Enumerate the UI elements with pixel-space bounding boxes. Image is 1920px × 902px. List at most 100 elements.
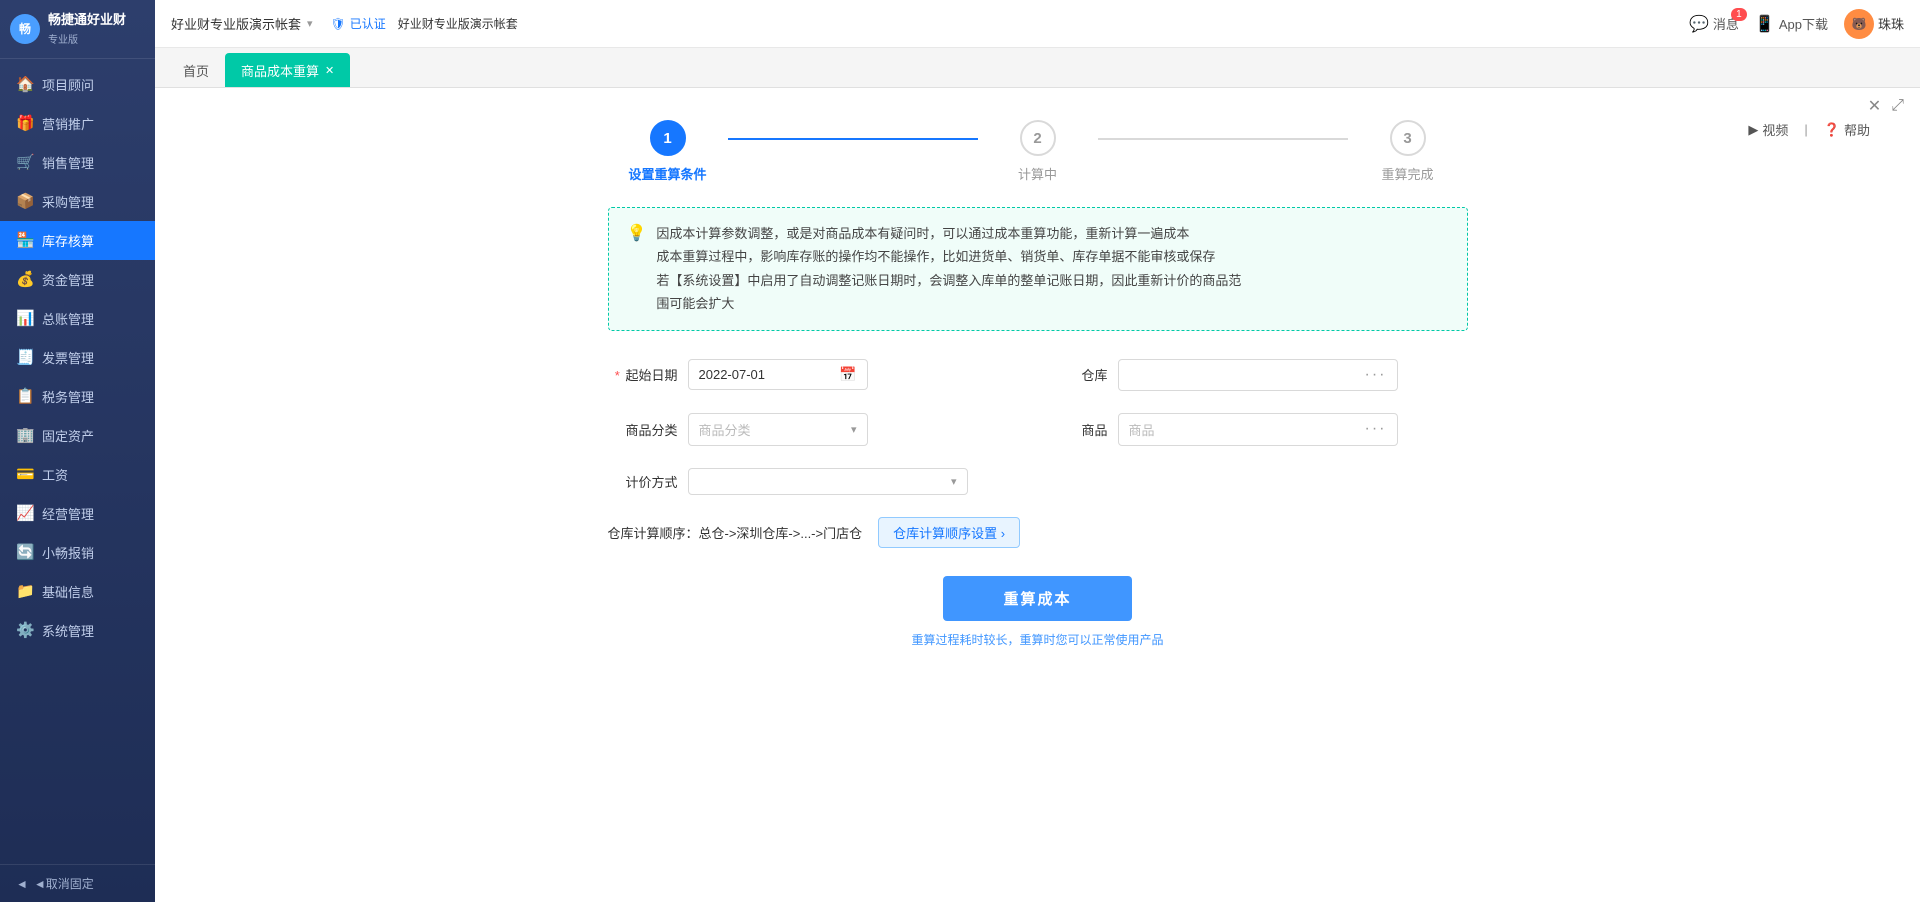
info-box: 💡 因成本计算参数调整，或是对商品成本有疑问时，可以通过成本重算功能，重新计算一… [608,207,1468,331]
pricing-chevron-icon: ▾ [951,475,957,488]
sidebar-item-payroll[interactable]: 💳 工资 [0,455,155,494]
recalc-button[interactable]: 重算成本 [943,576,1131,621]
user-avatar-area[interactable]: 🐻 珠珠 [1844,9,1904,39]
message-button[interactable]: 💬 消息 1 [1689,14,1739,34]
sidebar-item-purchase[interactable]: 📦采购管理 [0,182,155,221]
nav-icon-inventory: 🏪 [16,231,34,249]
form-col-category: 商品分类 商品分类 ▾ [608,413,1038,446]
sidebar-item-ops[interactable]: 📈经营管理 [0,494,155,533]
video-label: 视频 [1762,120,1788,139]
step-1-label: 设置重算条件 [628,164,706,183]
topbar-account[interactable]: 好业财专业版演示帐套 ▾ [171,14,313,33]
info-line-1: 因成本计算参数调整，或是对商品成本有疑问时，可以通过成本重算功能，重新计算一遍成… [656,222,1241,245]
sidebar-item-tax[interactable]: 📋 税务管理 [0,377,155,416]
nav-icon-invoice: 🧾 [16,348,34,366]
warehouse-order-row: 仓库计算顺序：总仓->深圳仓库->...->门店仓 仓库计算顺序设置 › [608,517,1468,548]
close-window-button[interactable]: ✕ [1868,96,1881,116]
sidebar-nav: 🏠 项目顾问 🎁营销推广 🛒 销售管理 📦采购管理🏪库存核算 💰 资金管理 📊总账管理🧾发票管理… [0,59,155,864]
nav-label-tax: 税务管理 [42,387,94,406]
warehouse-ellipsis-icon: ··· [1365,366,1387,384]
step-2-label: 计算中 [1018,164,1057,183]
nav-icon-marketing: 🎁 [16,114,34,132]
nav-label-system: 系统管理 [42,621,94,640]
calendar-icon: 📅 [839,366,856,383]
warehouse-input[interactable]: ··· [1118,359,1398,391]
info-icon: 💡 [627,223,647,316]
sidebar-item-project[interactable]: 🏠 项目顾问 [0,65,155,104]
category-placeholder: 商品分类 [699,420,751,439]
topbar-right: 💬 消息 1 📱 App下载 🐻 珠珠 [1689,9,1904,39]
sidebar-footer[interactable]: ◄ ◄取消固定 [0,864,155,902]
tab-home[interactable]: 首页 [167,53,225,87]
category-chevron-icon: ▾ [851,423,857,436]
sidebar-item-system[interactable]: ⚙️ 系统管理 [0,611,155,650]
tab-close-icon[interactable]: ✕ [325,64,334,77]
nav-label-purchase: 采购管理 [42,192,94,211]
sidebar-item-inventory[interactable]: 🏪库存核算 [0,221,155,260]
step-3-num: 3 [1403,130,1411,147]
sidebar-item-accounting[interactable]: 📊总账管理 [0,299,155,338]
goods-placeholder: 商品 [1129,420,1365,439]
step-3-circle: 3 [1390,120,1426,156]
form-row-2: 商品分类 商品分类 ▾ 商品 商品 ··· [608,413,1468,446]
sidebar-item-finance[interactable]: 💰 资金管理 [0,260,155,299]
sidebar-edition: 专业版 [48,31,126,46]
sidebar-item-assets[interactable]: 🏢固定资产 [0,416,155,455]
form-col-date: * 起始日期 2022-07-01 📅 [608,359,1038,390]
form-col-goods: 商品 商品 ··· [1038,413,1468,446]
nav-label-project: 项目顾问 [42,75,94,94]
goods-input[interactable]: 商品 ··· [1118,413,1398,446]
logo-text: 畅 [19,20,31,37]
nav-label-finance: 资金管理 [42,270,94,289]
step-2: 2 计算中 [978,120,1098,183]
sidebar-item-invoice[interactable]: 🧾发票管理 [0,338,155,377]
warehouse-order-btn-label: 仓库计算顺序设置 › [893,523,1005,542]
form-row-3: 计价方式 ▾ [608,468,1468,495]
category-select[interactable]: 商品分类 ▾ [688,413,868,446]
pricing-label: 计价方式 [608,472,678,491]
step-1-circle: 1 [650,120,686,156]
main-area: 好业财专业版演示帐套 ▾ 🛡 已认证 好业财专业版演示帐套 💬 消息 1 📱 A… [155,0,1920,902]
start-date-input[interactable]: 2022-07-01 📅 [688,359,868,390]
nav-icon-system: ⚙️ [16,621,34,639]
sidebar: 畅 畅捷通好业财 专业版 🏠 项目顾问 🎁营销推广 🛒 销售管理 📦采购管理🏪库存核算 💰 资… [0,0,155,902]
pricing-select[interactable]: ▾ [688,468,968,495]
unpin-icon: ◄ [16,877,28,891]
nav-icon-ops: 📈 [16,504,34,522]
account-name: 好业财专业版演示帐套 [171,14,301,33]
video-link[interactable]: ▶ 视频 [1748,120,1788,139]
warehouse-order-label: 仓库计算顺序：总仓->深圳仓库->...->门店仓 [608,523,863,542]
nav-icon-base: 📁 [16,582,34,600]
nav-icon-sales: 🛒 [16,153,34,171]
topbar-account-full: 好业财专业版演示帐套 [398,15,518,32]
nav-label-payroll: 工资 [42,465,68,484]
mobile-icon: 📱 [1755,14,1775,34]
nav-icon-expense: 🔄 [16,543,34,561]
video-icon: ▶ [1748,122,1758,138]
sidebar-brand-block: 畅捷通好业财 专业版 [48,12,126,46]
help-link[interactable]: ❓ 帮助 [1824,120,1870,139]
nav-icon-payroll: 💳 [16,465,34,483]
sidebar-item-expense[interactable]: 🔄 小畅报销 [0,533,155,572]
user-name: 珠珠 [1878,14,1904,33]
warehouse-label: 仓库 [1038,365,1108,384]
info-line-3: 若【系统设置】中启用了自动调整记账日期时，会调整入库单的整单记账日期，因此重新计… [656,269,1241,292]
nav-icon-finance: 💰 [16,270,34,288]
nav-icon-tax: 📋 [16,387,34,405]
unpin-label: ◄取消固定 [34,875,94,892]
warehouse-order-btn[interactable]: 仓库计算顺序设置 › [878,517,1020,548]
sidebar-item-sales[interactable]: 🛒 销售管理 [0,143,155,182]
nav-icon-project: 🏠 [16,75,34,93]
app-download-button[interactable]: 📱 App下载 [1755,14,1828,34]
expand-window-button[interactable]: ⤢ [1891,97,1904,115]
nav-label-sales: 销售管理 [42,153,94,172]
nav-icon-accounting: 📊 [16,309,34,327]
recalc-hint: 重算过程耗时较长，重算时您可以正常使用产品 [608,631,1468,648]
sidebar-item-marketing[interactable]: 🎁营销推广 [0,104,155,143]
steps-row: 1 设置重算条件 2 计算中 3 重算完成 [608,112,1468,183]
sidebar-item-base[interactable]: 📁基础信息 [0,572,155,611]
tab-recalc-label: 商品成本重算 [241,61,319,80]
nav-label-expense: 小畅报销 [42,543,94,562]
topbar-verified: 🛡 已认证 [331,15,386,32]
tab-recalc[interactable]: 商品成本重算 ✕ [225,53,350,87]
